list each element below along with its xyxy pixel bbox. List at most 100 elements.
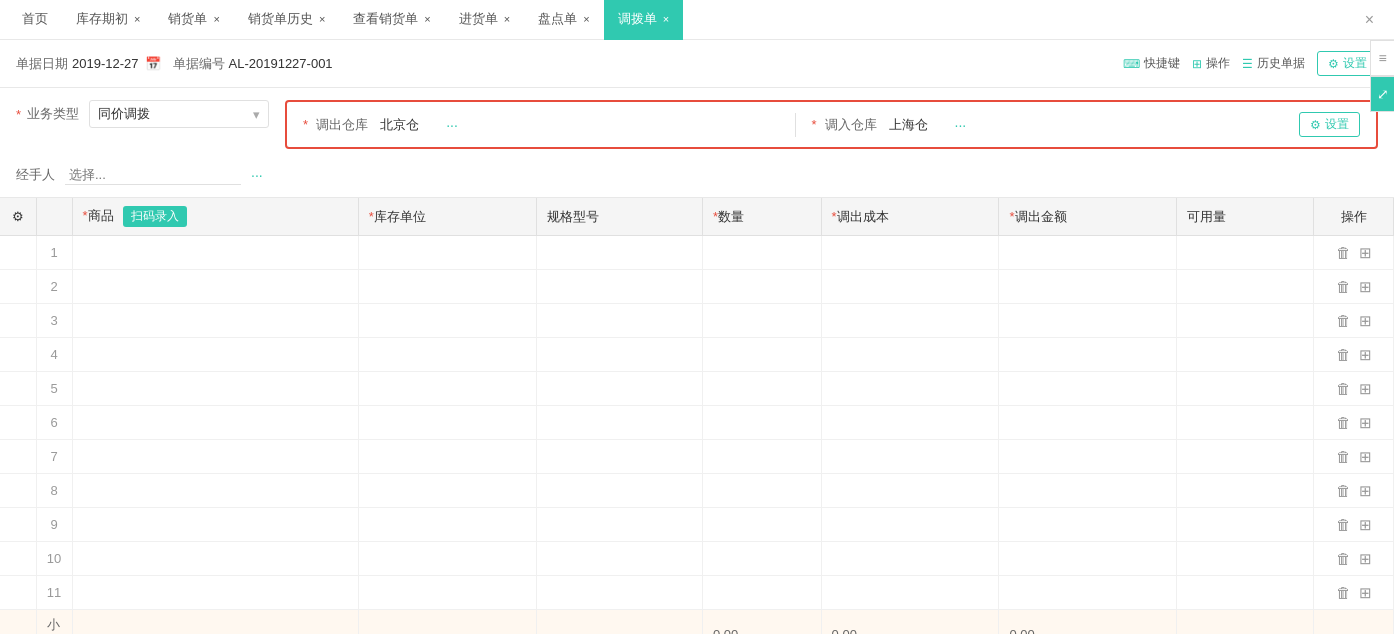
- wh-in-more-button[interactable]: ···: [955, 117, 967, 133]
- row-spec-1[interactable]: [536, 236, 702, 270]
- delete-icon-8[interactable]: 🗑: [1336, 482, 1351, 499]
- tab-inventory-init-close[interactable]: ×: [134, 13, 140, 25]
- row-spec-10[interactable]: [536, 542, 702, 576]
- wh-out-more-button[interactable]: ···: [446, 117, 458, 133]
- delete-icon-11[interactable]: 🗑: [1336, 584, 1351, 601]
- row-qty-1[interactable]: [702, 236, 821, 270]
- tab-transfer[interactable]: 调拨单 ×: [604, 0, 683, 40]
- tab-sales-order-close[interactable]: ×: [213, 13, 219, 25]
- row-available-1[interactable]: [1177, 236, 1314, 270]
- copy-icon-9[interactable]: ⊞: [1359, 516, 1372, 534]
- row-available-11[interactable]: [1177, 576, 1314, 610]
- row-product-4[interactable]: [72, 338, 358, 372]
- row-amount-8[interactable]: [999, 474, 1177, 508]
- copy-icon-11[interactable]: ⊞: [1359, 584, 1372, 602]
- row-available-3[interactable]: [1177, 304, 1314, 338]
- row-amount-6[interactable]: [999, 406, 1177, 440]
- row-unit-7[interactable]: [358, 440, 536, 474]
- row-available-5[interactable]: [1177, 372, 1314, 406]
- row-unit-4[interactable]: [358, 338, 536, 372]
- row-unit-1[interactable]: [358, 236, 536, 270]
- calendar-icon[interactable]: 📅: [145, 56, 161, 71]
- row-qty-9[interactable]: [702, 508, 821, 542]
- row-available-8[interactable]: [1177, 474, 1314, 508]
- row-amount-10[interactable]: [999, 542, 1177, 576]
- row-spec-4[interactable]: [536, 338, 702, 372]
- close-all-button[interactable]: ×: [1353, 0, 1386, 40]
- row-spec-6[interactable]: [536, 406, 702, 440]
- row-qty-11[interactable]: [702, 576, 821, 610]
- row-qty-8[interactable]: [702, 474, 821, 508]
- row-product-10[interactable]: [72, 542, 358, 576]
- row-spec-8[interactable]: [536, 474, 702, 508]
- row-amount-11[interactable]: [999, 576, 1177, 610]
- tab-view-sales[interactable]: 查看销货单 ×: [339, 0, 444, 40]
- row-product-1[interactable]: [72, 236, 358, 270]
- row-cost-1[interactable]: [821, 236, 999, 270]
- delete-icon-10[interactable]: 🗑: [1336, 550, 1351, 567]
- row-amount-7[interactable]: [999, 440, 1177, 474]
- delete-icon-6[interactable]: 🗑: [1336, 414, 1351, 431]
- row-qty-6[interactable]: [702, 406, 821, 440]
- delete-icon-4[interactable]: 🗑: [1336, 346, 1351, 363]
- row-spec-7[interactable]: [536, 440, 702, 474]
- delete-icon-5[interactable]: 🗑: [1336, 380, 1351, 397]
- row-cost-10[interactable]: [821, 542, 999, 576]
- sidebar-list-icon[interactable]: ≡: [1370, 40, 1394, 76]
- copy-icon-10[interactable]: ⊞: [1359, 550, 1372, 568]
- row-qty-4[interactable]: [702, 338, 821, 372]
- copy-icon-6[interactable]: ⊞: [1359, 414, 1372, 432]
- operations-button[interactable]: ⊞ 操作: [1192, 55, 1230, 72]
- row-available-2[interactable]: [1177, 270, 1314, 304]
- row-product-5[interactable]: [72, 372, 358, 406]
- row-amount-1[interactable]: [999, 236, 1177, 270]
- row-product-11[interactable]: [72, 576, 358, 610]
- row-unit-9[interactable]: [358, 508, 536, 542]
- row-available-9[interactable]: [1177, 508, 1314, 542]
- copy-icon-2[interactable]: ⊞: [1359, 278, 1372, 296]
- handler-input[interactable]: [65, 165, 241, 185]
- tab-sales-order[interactable]: 销货单 ×: [154, 0, 233, 40]
- row-spec-3[interactable]: [536, 304, 702, 338]
- scan-button[interactable]: 扫码录入: [123, 206, 187, 227]
- settings-button[interactable]: ⚙ 设置: [1317, 51, 1378, 76]
- th-gear[interactable]: ⚙: [0, 198, 36, 236]
- tab-sales-history-close[interactable]: ×: [319, 13, 325, 25]
- row-qty-5[interactable]: [702, 372, 821, 406]
- copy-icon-3[interactable]: ⊞: [1359, 312, 1372, 330]
- row-spec-2[interactable]: [536, 270, 702, 304]
- row-cost-6[interactable]: [821, 406, 999, 440]
- row-available-10[interactable]: [1177, 542, 1314, 576]
- row-unit-6[interactable]: [358, 406, 536, 440]
- sidebar-expand-icon[interactable]: ⤢: [1370, 76, 1394, 112]
- row-unit-2[interactable]: [358, 270, 536, 304]
- delete-icon-3[interactable]: 🗑: [1336, 312, 1351, 329]
- delete-icon-1[interactable]: 🗑: [1336, 244, 1351, 261]
- row-amount-3[interactable]: [999, 304, 1177, 338]
- row-unit-3[interactable]: [358, 304, 536, 338]
- shortcuts-button[interactable]: ⌨ 快捷键: [1123, 55, 1180, 72]
- row-unit-5[interactable]: [358, 372, 536, 406]
- row-unit-8[interactable]: [358, 474, 536, 508]
- delete-icon-7[interactable]: 🗑: [1336, 448, 1351, 465]
- row-spec-11[interactable]: [536, 576, 702, 610]
- delete-icon-2[interactable]: 🗑: [1336, 278, 1351, 295]
- warehouse-settings-button[interactable]: ⚙ 设置: [1299, 112, 1360, 137]
- copy-icon-5[interactable]: ⊞: [1359, 380, 1372, 398]
- row-unit-11[interactable]: [358, 576, 536, 610]
- copy-icon-1[interactable]: ⊞: [1359, 244, 1372, 262]
- copy-icon-7[interactable]: ⊞: [1359, 448, 1372, 466]
- tab-stocktake-close[interactable]: ×: [583, 13, 589, 25]
- row-product-9[interactable]: [72, 508, 358, 542]
- row-cost-11[interactable]: [821, 576, 999, 610]
- tab-transfer-close[interactable]: ×: [663, 13, 669, 25]
- row-product-3[interactable]: [72, 304, 358, 338]
- row-cost-8[interactable]: [821, 474, 999, 508]
- row-product-6[interactable]: [72, 406, 358, 440]
- row-qty-7[interactable]: [702, 440, 821, 474]
- row-qty-10[interactable]: [702, 542, 821, 576]
- row-amount-4[interactable]: [999, 338, 1177, 372]
- row-spec-5[interactable]: [536, 372, 702, 406]
- row-product-7[interactable]: [72, 440, 358, 474]
- row-available-4[interactable]: [1177, 338, 1314, 372]
